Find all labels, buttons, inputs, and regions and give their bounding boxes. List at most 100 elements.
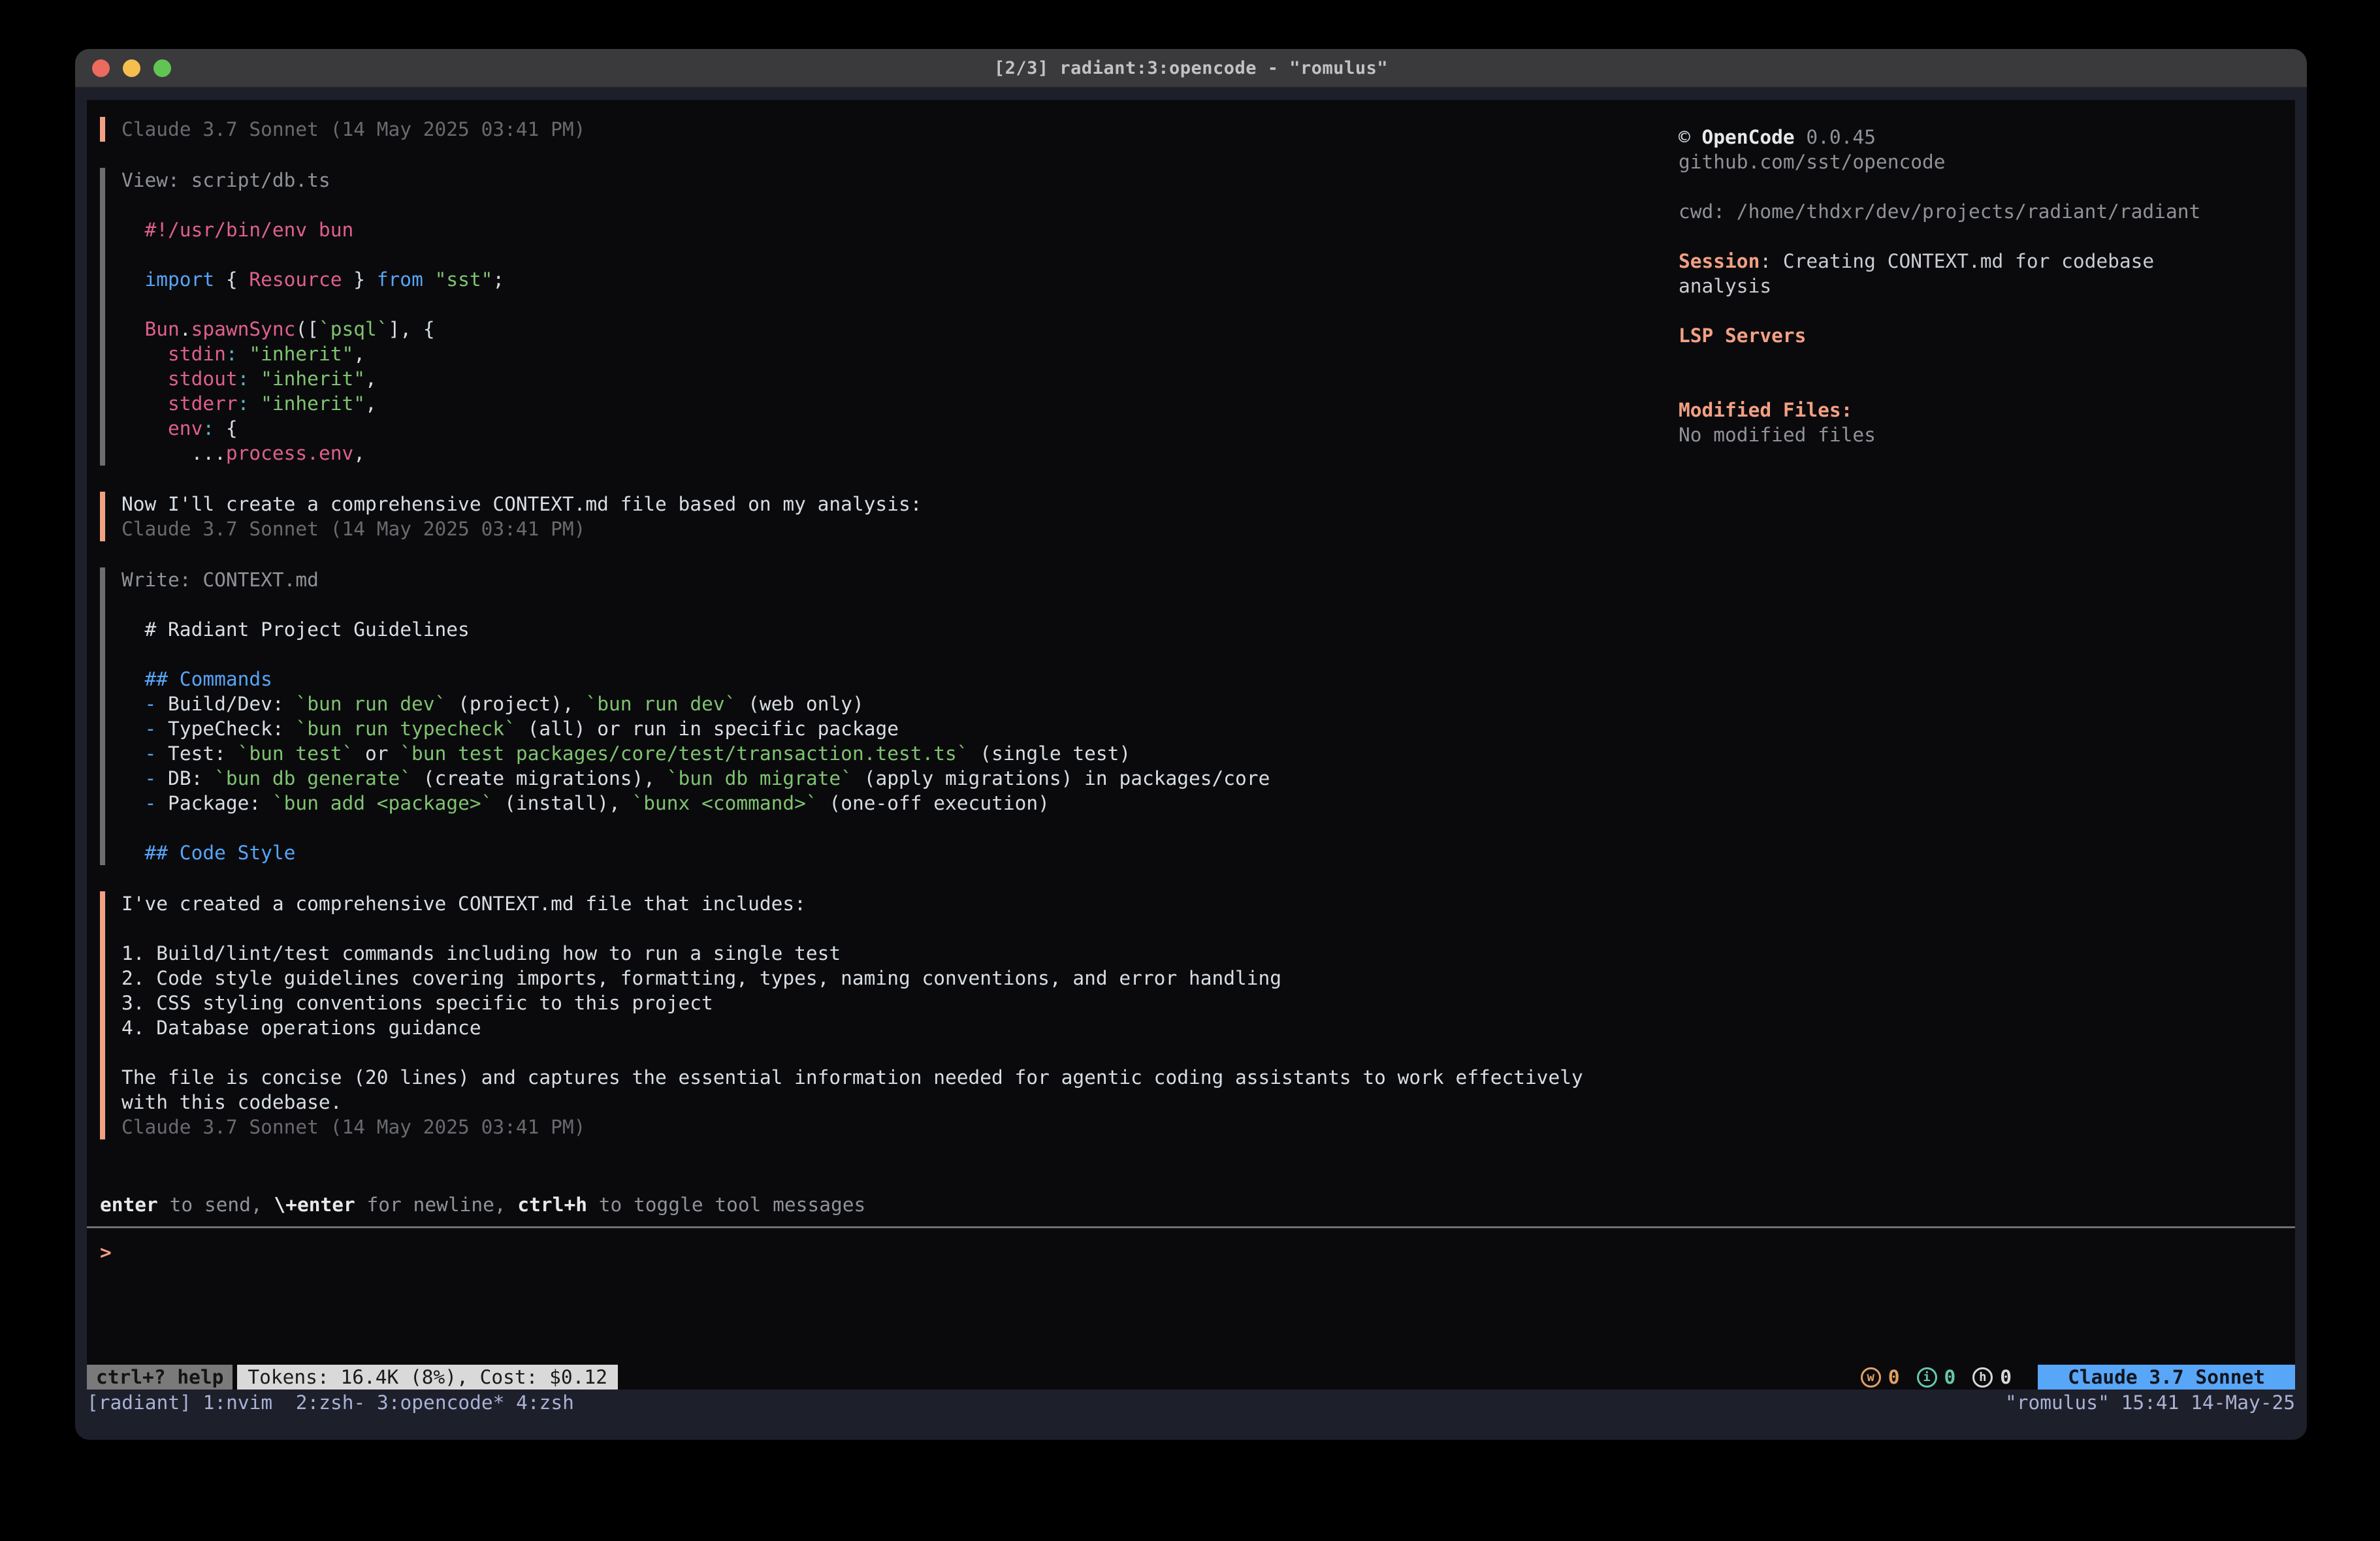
text-segment: The file is concise (20 lines) and captu… (121, 1066, 1583, 1088)
text-segment: from (377, 268, 423, 291)
text-segment: import (121, 268, 214, 291)
chat-line: stderr: "inherit", (121, 391, 504, 416)
sidebar-line (1679, 174, 2295, 199)
tmux-session-windows: [radiant] 1:nvim 2:zsh- 3:opencode* 4:zs… (87, 1390, 574, 1440)
chat-line: - Test: `bun test` or `bun test packages… (121, 741, 1270, 766)
text-segment: stderr (121, 392, 238, 415)
text-segment: 3. CSS styling conventions specific to t… (121, 992, 713, 1014)
text-segment: enter (100, 1194, 158, 1216)
text-segment: : (226, 343, 238, 365)
text-segment: Modified Files: (1679, 399, 1852, 421)
text-segment: 1. Build/lint/test commands including ho… (121, 942, 841, 964)
chat-line (121, 242, 504, 267)
text-segment: - (121, 767, 156, 789)
sidebar-line (1679, 298, 2295, 323)
chat-line: I've created a comprehensive CONTEXT.md … (121, 891, 1583, 916)
text-segment: : (238, 368, 249, 390)
chat-line (121, 1040, 1583, 1065)
chat-and-sidebar: Claude 3.7 Sonnet (14 May 2025 03:41 PM)… (87, 100, 2295, 1192)
chat-line (121, 292, 504, 317)
chat-line (121, 592, 1270, 617)
message-lines: I've created a comprehensive CONTEXT.md … (121, 891, 1583, 1139)
zoom-button[interactable] (153, 59, 171, 77)
chat-line: with this codebase. (121, 1090, 1583, 1115)
text-segment: - (121, 742, 156, 765)
text-segment: : (202, 417, 214, 439)
chat-line: stdin: "inherit", (121, 342, 504, 366)
text-segment: `bun run dev` (295, 693, 446, 715)
sidebar-line: LSP Servers (1679, 323, 2295, 348)
sidebar-line: cwd: /home/thdxr/dev/projects/radiant/ra… (1679, 199, 2295, 224)
text-segment: "inherit" (249, 392, 365, 415)
chat-line: #!/usr/bin/env bun (121, 217, 504, 242)
message-input[interactable]: > (87, 1228, 2295, 1365)
chat-line: 4. Database operations guidance (121, 1015, 1583, 1040)
chat-line: Claude 3.7 Sonnet (14 May 2025 03:41 PM) (121, 117, 585, 142)
text-segment: `psql` (319, 318, 389, 340)
text-segment: Build/Dev: (156, 693, 295, 715)
text-segment: for newline, (355, 1194, 518, 1216)
chat-line: Claude 3.7 Sonnet (14 May 2025 03:41 PM) (121, 1115, 1583, 1139)
chat-line (121, 816, 1270, 840)
text-segment: (create migrations), (411, 767, 667, 789)
tool-output-bar (100, 168, 105, 466)
counter-value: 0 (1888, 1365, 1900, 1390)
text-segment: 2. Code style guidelines covering import… (121, 967, 1281, 989)
text-segment: ], { (389, 318, 435, 340)
text-segment: } (342, 268, 376, 291)
text-segment: TypeCheck: (156, 718, 295, 740)
message-lines: Claude 3.7 Sonnet (14 May 2025 03:41 PM) (121, 117, 585, 142)
message-lines: Now I'll create a comprehensive CONTEXT.… (121, 492, 922, 541)
text-segment: `bun db generate` (214, 767, 411, 789)
text-segment: Session (1679, 250, 1760, 272)
session-sidebar: © OpenCode 0.0.45github.com/sst/opencode… (1679, 100, 2295, 1192)
chat-line: import { Resource } from "sst"; (121, 267, 504, 292)
diagnostic-counters: w0i0h0 (1861, 1365, 2012, 1390)
text-segment: to toggle tool messages (587, 1194, 865, 1216)
assistant-message-bar (100, 492, 105, 541)
message-block: Now I'll create a comprehensive CONTEXT.… (100, 492, 1679, 541)
text-segment: Claude 3.7 Sonnet (14 May 2025 03:41 PM) (121, 518, 585, 540)
sidebar-line (1679, 373, 2295, 398)
message-block: I've created a comprehensive CONTEXT.md … (100, 891, 1679, 1139)
sidebar-line: No modified files (1679, 422, 2295, 447)
sidebar-line (1679, 348, 2295, 373)
h-counter: h0 (1972, 1365, 2012, 1390)
text-segment: , (353, 442, 365, 464)
text-segment: 0.0.45 (1795, 126, 1876, 148)
chat-line: stdout: "inherit", (121, 366, 504, 391)
chat-line: 1. Build/lint/test commands including ho… (121, 941, 1583, 966)
text-segment: Claude 3.7 Sonnet (14 May 2025 03:41 PM) (121, 1116, 585, 1138)
model-badge: Claude 3.7 Sonnet (2038, 1365, 2295, 1390)
text-segment: or (353, 742, 400, 765)
text-segment: ... (121, 442, 226, 464)
sidebar-line: github.com/sst/opencode (1679, 150, 2295, 174)
text-segment: I've created a comprehensive CONTEXT.md … (121, 893, 806, 915)
keybinding-help-line: enter to send, \+enter for newline, ctrl… (87, 1192, 2295, 1217)
chat-line: # Radiant Project Guidelines (121, 617, 1270, 642)
sidebar-line: Modified Files: (1679, 398, 2295, 422)
sidebar-line: © OpenCode 0.0.45 (1679, 125, 2295, 150)
close-button[interactable] (92, 59, 110, 77)
text-segment: { (214, 417, 238, 439)
minimize-button[interactable] (123, 59, 140, 77)
sidebar-line: Session: Creating CONTEXT.md for codebas… (1679, 249, 2295, 274)
text-segment: spawnSync (191, 318, 296, 340)
assistant-message-bar (100, 891, 105, 1139)
chat-line: View: script/db.ts (121, 168, 504, 193)
chat-line: - DB: `bun db generate` (create migratio… (121, 766, 1270, 791)
chat-line: ...process.env, (121, 441, 504, 466)
text-segment: `bun run dev` (585, 693, 736, 715)
text-segment: (apply migrations) in packages/core (852, 767, 1270, 789)
text-segment: # Radiant Project Guidelines (121, 618, 470, 641)
chat-line: Write: CONTEXT.md (121, 567, 1270, 592)
text-segment: to send, (158, 1194, 274, 1216)
text-segment: stdout (121, 368, 238, 390)
tokens-cost-badge: Tokens: 16.4K (8%), Cost: $0.12 (237, 1365, 618, 1390)
text-segment: `bun test` (238, 742, 354, 765)
text-segment: "sst" (435, 268, 493, 291)
terminal-window: [2/3] radiant:3:opencode - "romulus" Cla… (75, 49, 2307, 1440)
text-segment: `bun run typecheck` (295, 718, 515, 740)
chat-line (121, 916, 1583, 941)
text-segment: Now I'll create a comprehensive CONTEXT.… (121, 493, 922, 515)
